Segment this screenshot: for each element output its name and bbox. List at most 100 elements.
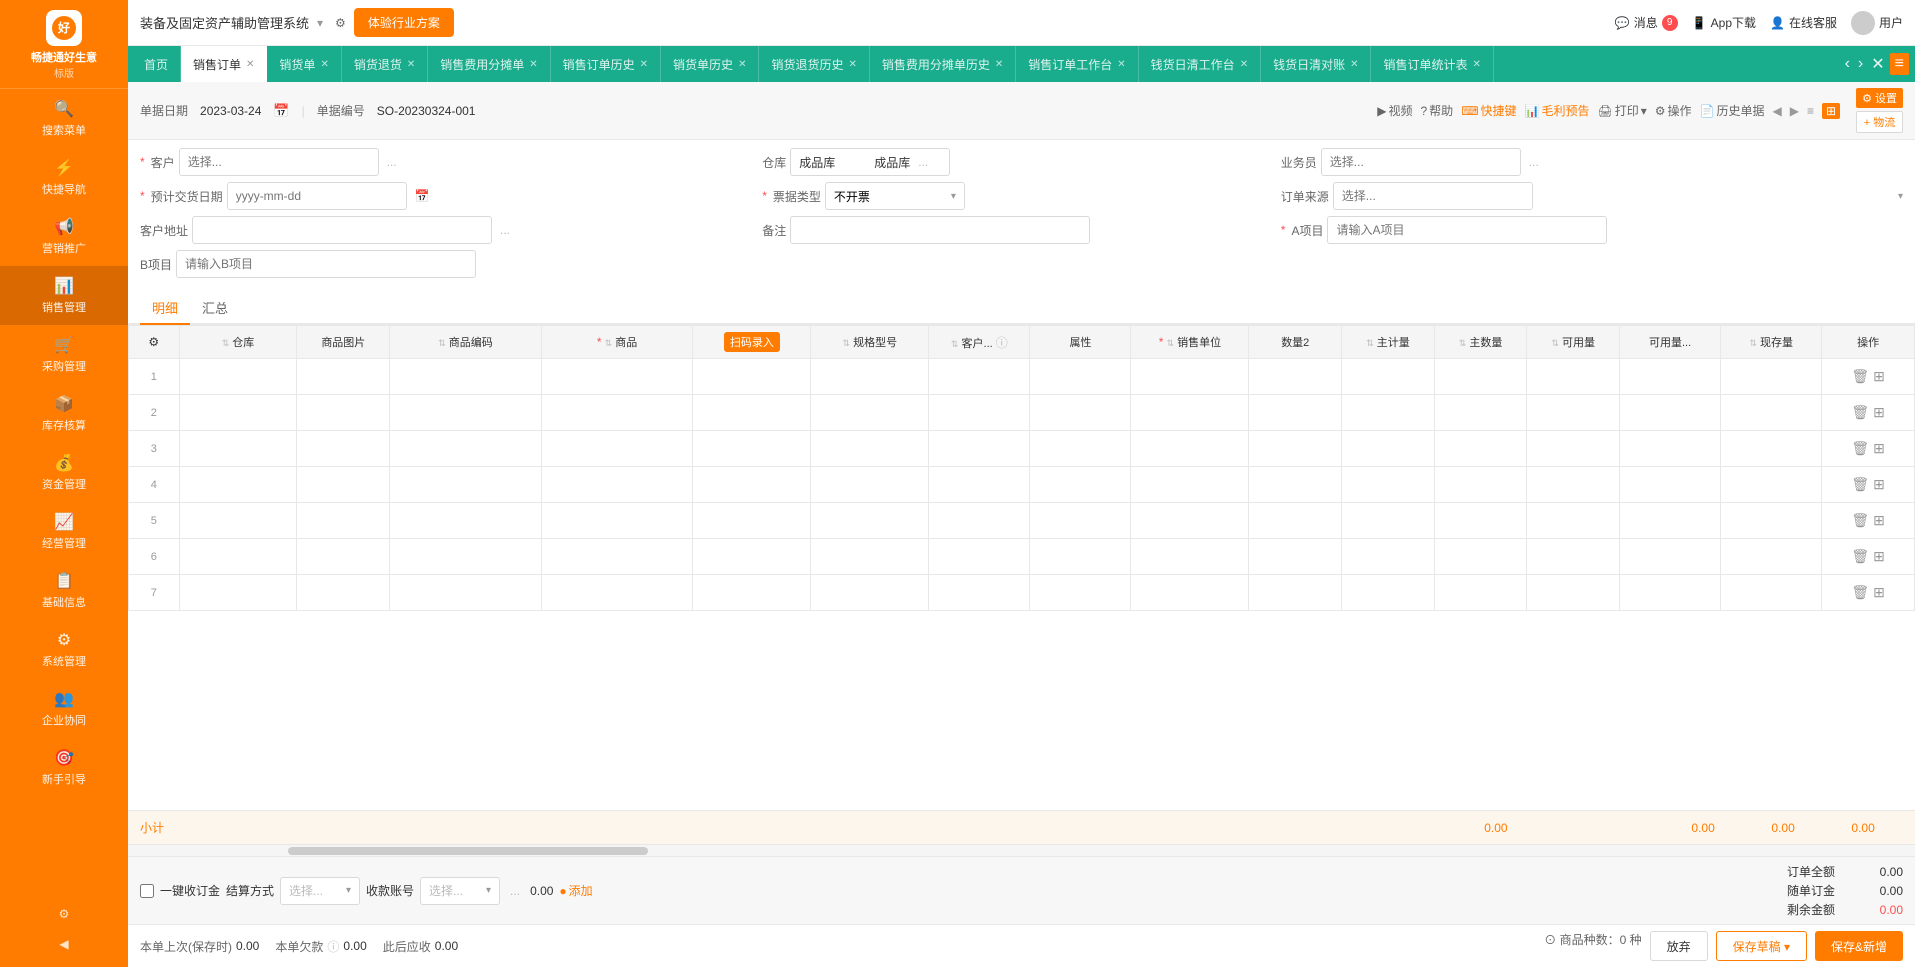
module-dropdown-arrow[interactable]: ▾ (317, 16, 323, 30)
row-avail2[interactable] (1620, 539, 1721, 575)
tab-sales-invoice[interactable]: 销货单 ✕ (267, 46, 341, 82)
row-main-unit[interactable] (1342, 539, 1435, 575)
row-product[interactable] (541, 395, 693, 431)
tab-close-icon[interactable]: ✕ (1350, 59, 1358, 70)
profit-action[interactable]: 📊 毛利预告 (1525, 102, 1590, 119)
discard-button[interactable]: 放弃 (1650, 931, 1708, 961)
delete-icon[interactable]: 🗑 (1851, 476, 1869, 493)
row-code[interactable] (390, 539, 542, 575)
tab-invoice-history[interactable]: 销货单历史 ✕ (661, 46, 759, 82)
row-main-qty[interactable] (1434, 503, 1527, 539)
gear-icon[interactable]: ⚙ (148, 335, 159, 349)
invoice-dropdown[interactable]: 不开票 ▾ (825, 182, 965, 210)
tab-close-icon[interactable]: ✕ (848, 59, 856, 70)
operation-action[interactable]: ⚙ 操作 (1655, 102, 1692, 119)
col-spec[interactable]: ⇅ 规格型号 (811, 326, 929, 359)
row-main-qty[interactable] (1434, 575, 1527, 611)
row-main-qty[interactable] (1434, 359, 1527, 395)
row-avail2[interactable] (1620, 467, 1721, 503)
tab-close-icon[interactable]: ✕ (640, 59, 648, 70)
tab-home[interactable]: 首页 (132, 46, 181, 82)
sidebar-item-finance[interactable]: 💰 资金管理 (0, 443, 128, 502)
row-code[interactable] (390, 395, 542, 431)
row-avail[interactable] (1527, 395, 1620, 431)
col-main-unit[interactable]: ⇅ 主计量 (1342, 326, 1435, 359)
copy-icon[interactable]: ⊞ (1873, 584, 1885, 601)
sidebar-item-purchase[interactable]: 🛒 采购管理 (0, 325, 128, 384)
user-avatar[interactable]: 用户 (1851, 11, 1903, 35)
delete-icon[interactable]: 🗑 (1851, 368, 1869, 385)
row-spec[interactable] (811, 395, 929, 431)
row-avail[interactable] (1527, 575, 1620, 611)
copy-icon[interactable]: ⊞ (1873, 404, 1885, 421)
row-stock[interactable] (1721, 575, 1822, 611)
tab-close-icon[interactable]: ✕ (320, 59, 328, 70)
address-input[interactable] (192, 216, 492, 244)
row-unit[interactable] (1131, 467, 1249, 503)
col-product[interactable]: * ⇅ 商品 (541, 326, 693, 359)
copy-icon[interactable]: ⊞ (1873, 512, 1885, 529)
note-input[interactable] (790, 216, 1090, 244)
row-customer-code[interactable] (929, 359, 1030, 395)
row-warehouse[interactable] (179, 575, 297, 611)
address-expand-icon[interactable]: ... (496, 223, 514, 237)
sidebar-item-sales[interactable]: 📊 销售管理 (0, 266, 128, 325)
delete-icon[interactable]: 🗑 (1851, 404, 1869, 421)
tab-summary[interactable]: 汇总 (190, 292, 240, 325)
tab-close-icon[interactable]: ✕ (1473, 59, 1481, 70)
tab-close-icon[interactable]: ✕ (738, 59, 746, 70)
row-product[interactable] (541, 431, 693, 467)
tab-close-icon[interactable]: ✕ (995, 59, 1003, 70)
nav-next-icon[interactable]: ▶ (1790, 104, 1799, 118)
tab-sales-order-history[interactable]: 销售订单历史 ✕ (551, 46, 661, 82)
row-warehouse[interactable] (179, 503, 297, 539)
row-attr[interactable] (1030, 503, 1131, 539)
copy-icon[interactable]: ⊞ (1873, 368, 1885, 385)
customer-input[interactable] (179, 148, 379, 176)
history-action[interactable]: 📄 历史单据 (1700, 102, 1765, 119)
preview-action[interactable]: ▶ 视频 (1377, 102, 1412, 119)
sidebar-item-search[interactable]: 🔍 搜索菜单 (0, 89, 128, 148)
row-main-unit[interactable] (1342, 395, 1435, 431)
row-code[interactable] (390, 503, 542, 539)
row-stock[interactable] (1721, 539, 1822, 575)
sidebar-item-system[interactable]: ⚙ 系统管理 (0, 620, 128, 679)
row-qty2[interactable] (1249, 395, 1342, 431)
tab-close-icon[interactable]: ✕ (246, 59, 254, 70)
row-main-qty[interactable] (1434, 395, 1527, 431)
salesperson-input[interactable] (1321, 148, 1521, 176)
row-attr[interactable] (1030, 395, 1131, 431)
tab-daily-workbench[interactable]: 钱货日清工作台 ✕ (1139, 46, 1261, 82)
tab-return-history[interactable]: 销货退货历史 ✕ (759, 46, 869, 82)
row-spec[interactable] (811, 575, 929, 611)
row-qty2[interactable] (1249, 539, 1342, 575)
col-sales-unit[interactable]: * ⇅ 销售单位 (1131, 326, 1249, 359)
row-qty2[interactable] (1249, 503, 1342, 539)
copy-icon[interactable]: ⊞ (1873, 476, 1885, 493)
row-stock[interactable] (1721, 503, 1822, 539)
online-service-button[interactable]: 👤 在线客服 (1770, 14, 1837, 31)
nav-prev-icon[interactable]: ◀ (1773, 104, 1782, 118)
delete-icon[interactable]: 🗑 (1851, 512, 1869, 529)
scan-button[interactable]: 扫码录入 (724, 332, 780, 352)
account-expand-icon[interactable]: ... (506, 884, 524, 898)
row-warehouse[interactable] (179, 539, 297, 575)
one-click-deposit-checkbox[interactable] (140, 884, 154, 898)
salesperson-expand-icon[interactable]: ... (1525, 155, 1543, 169)
tab-close-icon[interactable]: ✕ (1240, 59, 1248, 70)
row-customer-code[interactable] (929, 539, 1030, 575)
row-product[interactable] (541, 467, 693, 503)
row-attr[interactable] (1030, 575, 1131, 611)
account-dropdown[interactable]: 选择... ▾ (420, 877, 500, 905)
calendar-icon[interactable]: 📅 (273, 103, 289, 119)
row-attr[interactable] (1030, 431, 1131, 467)
row-main-unit[interactable] (1342, 467, 1435, 503)
settings-gear-icon[interactable]: ⚙ (335, 16, 346, 30)
row-main-qty[interactable] (1434, 539, 1527, 575)
row-attr[interactable] (1030, 359, 1131, 395)
row-qty2[interactable] (1249, 359, 1342, 395)
tab-detail[interactable]: 明细 (140, 292, 190, 325)
row-spec[interactable] (811, 359, 929, 395)
row-main-unit[interactable] (1342, 575, 1435, 611)
app-download-button[interactable]: 📱 App下载 (1692, 14, 1756, 31)
